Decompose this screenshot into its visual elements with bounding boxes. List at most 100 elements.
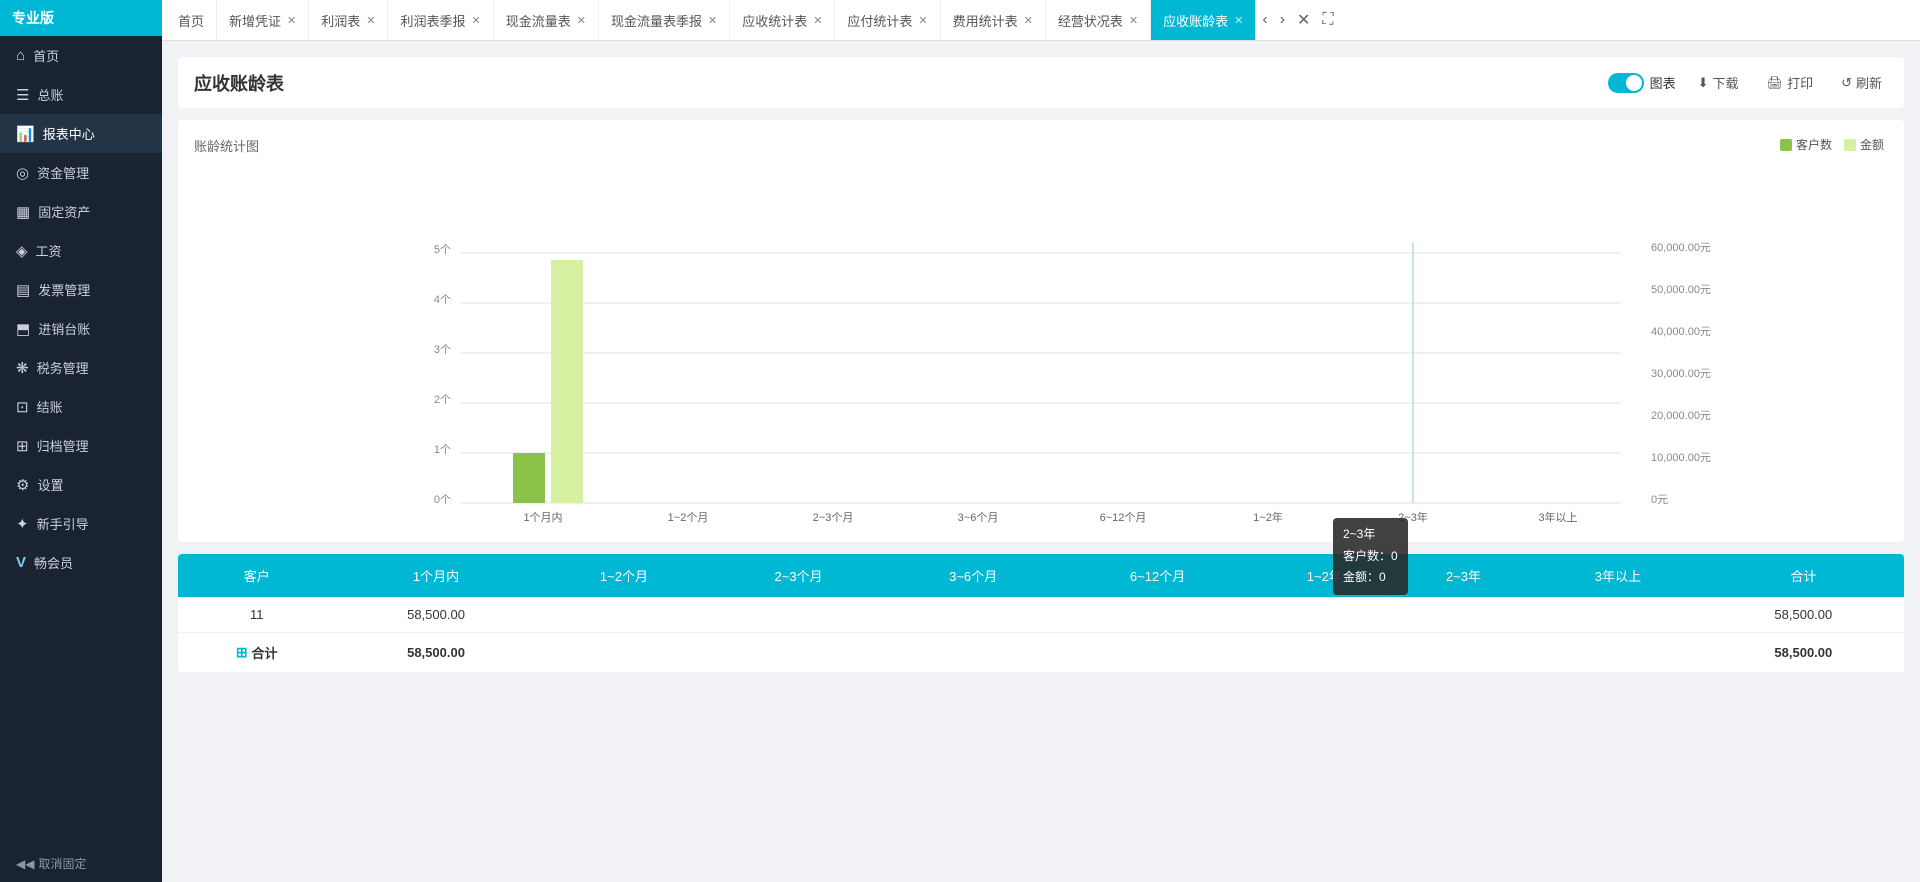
refresh-label: 刷新: [1856, 73, 1882, 92]
tab-aging-report-close[interactable]: ✕: [1234, 14, 1243, 27]
total-label-cell: ⊞ 合计: [178, 633, 335, 673]
sidebar-item-home[interactable]: ⌂ 首页: [0, 36, 162, 75]
tab-profit-quarter-close[interactable]: ✕: [472, 14, 481, 27]
inventory-icon: ⬒: [16, 320, 30, 338]
total-y3plus: [1533, 633, 1703, 673]
checkout-icon: ⊡: [16, 398, 29, 416]
tab-cashflow-quarter-close[interactable]: ✕: [708, 14, 717, 27]
sidebar-label-tax: 税务管理: [37, 358, 89, 377]
tab-home-label: 首页: [178, 11, 204, 30]
sidebar-label-ledger: 总账: [37, 85, 63, 104]
cell-m2-3-0: [711, 597, 886, 633]
archive-icon: ⊞: [16, 437, 29, 455]
legend-amount: 金额: [1844, 136, 1884, 153]
sidebar-item-settings[interactable]: ⚙ 设置: [0, 465, 162, 504]
main-area: 首页 新增凭证 ✕ 利润表 ✕ 利润表季报 ✕ 现金流量表 ✕ 现金流量表季报 …: [162, 0, 1920, 882]
chart-svg: 0个 1个 2个 3个 4个 5个 0元 10,000.00元 20,000.0…: [194, 163, 1888, 523]
sidebar-item-funds[interactable]: ◎ 资金管理: [0, 153, 162, 192]
logo: 专业版: [0, 0, 162, 36]
tab-payable-stat-close[interactable]: ✕: [918, 14, 927, 27]
table-header-row: 客户 1个月内 1~2个月 2~3个月 3~6个月 6~12个月 1~2年 2~…: [178, 554, 1904, 597]
logo-text: 专业版: [12, 8, 54, 28]
tab-receivable-stat[interactable]: 应收统计表 ✕: [730, 0, 835, 40]
tab-voucher[interactable]: 新增凭证 ✕: [217, 0, 309, 40]
tab-cashflow-close[interactable]: ✕: [577, 14, 586, 27]
tab-close-all[interactable]: ✕: [1291, 0, 1316, 40]
refresh-btn[interactable]: ↺ 刷新: [1835, 69, 1888, 96]
tab-voucher-close[interactable]: ✕: [287, 14, 296, 27]
tab-profit-close[interactable]: ✕: [366, 14, 375, 27]
tab-profit-quarter[interactable]: 利润表季报 ✕: [388, 0, 493, 40]
tab-cashflow[interactable]: 现金流量表 ✕: [494, 0, 599, 40]
download-btn[interactable]: ⬇ 下载: [1692, 69, 1745, 96]
total-m1-2: [537, 633, 712, 673]
svg-text:0个: 0个: [434, 493, 451, 506]
total-y2-3: [1394, 633, 1533, 673]
tab-expand[interactable]: ⛶: [1316, 0, 1339, 40]
sidebar-item-archive[interactable]: ⊞ 归档管理: [0, 426, 162, 465]
sidebar-item-tax[interactable]: ❋ 税务管理: [0, 348, 162, 387]
total-total: 58,500.00: [1703, 633, 1904, 673]
cell-total-0: 58,500.00: [1703, 597, 1904, 633]
home-icon: ⌂: [16, 47, 25, 64]
tab-home[interactable]: 首页: [166, 0, 217, 40]
sidebar-collapse-btn[interactable]: ◀◀ 取消固定: [0, 845, 162, 882]
print-btn[interactable]: 🖨 打印: [1761, 69, 1820, 96]
tab-payable-stat-label: 应付统计表: [847, 11, 912, 30]
aging-table: 客户 1个月内 1~2个月 2~3个月 3~6个月 6~12个月 1~2年 2~…: [178, 554, 1904, 673]
col-m3-6: 3~6个月: [886, 554, 1061, 597]
tab-nav-prev[interactable]: ‹: [1256, 0, 1273, 40]
sidebar-label-vip: 畅会员: [34, 553, 73, 572]
tax-icon: ❋: [16, 359, 29, 377]
print-label: 打印: [1787, 73, 1813, 92]
total-m6-12: [1060, 633, 1254, 673]
funds-icon: ◎: [16, 164, 29, 182]
sidebar-label-inventory: 进销台账: [38, 319, 90, 338]
total-m2-3: [711, 633, 886, 673]
svg-text:3个: 3个: [434, 343, 451, 356]
svg-text:40,000.00元: 40,000.00元: [1651, 326, 1711, 338]
chart-container: 账龄统计图 客户数 金额 0个 1个 2个 3个: [178, 120, 1904, 542]
sidebar-item-invoice[interactable]: ▤ 发票管理: [0, 270, 162, 309]
col-y3plus: 3年以上: [1533, 554, 1703, 597]
legend-customer-dot: [1780, 139, 1792, 151]
tab-payable-stat[interactable]: 应付统计表 ✕: [835, 0, 940, 40]
tab-expense-stat-close[interactable]: ✕: [1024, 14, 1033, 27]
tab-receivable-stat-close[interactable]: ✕: [813, 14, 822, 27]
ledger-icon: ☰: [16, 86, 29, 104]
sidebar-item-vip[interactable]: V 畅会员: [0, 543, 162, 582]
legend-customer-label: 客户数: [1796, 136, 1832, 153]
tab-business-stat[interactable]: 经营状况表 ✕: [1046, 0, 1151, 40]
sidebar-item-salary[interactable]: ◈ 工资: [0, 231, 162, 270]
sidebar-item-ledger[interactable]: ☰ 总账: [0, 75, 162, 114]
svg-text:3~6个月: 3~6个月: [958, 511, 999, 523]
svg-text:30,000.00元: 30,000.00元: [1651, 368, 1711, 380]
tab-bar: 首页 新增凭证 ✕ 利润表 ✕ 利润表季报 ✕ 现金流量表 ✕ 现金流量表季报 …: [162, 0, 1920, 41]
bar-customer-0: [513, 453, 545, 503]
cell-customer-0: 11: [178, 597, 335, 633]
chart-toggle[interactable]: [1608, 73, 1644, 93]
col-m6-12: 6~12个月: [1060, 554, 1254, 597]
svg-text:2个: 2个: [434, 393, 451, 406]
total-y1-2: [1255, 633, 1394, 673]
tab-business-stat-close[interactable]: ✕: [1129, 14, 1138, 27]
sidebar-label-settings: 设置: [37, 475, 63, 494]
chart-svg-container: 0个 1个 2个 3个 4个 5个 0元 10,000.00元 20,000.0…: [194, 163, 1888, 526]
tab-profit[interactable]: 利润表 ✕: [309, 0, 388, 40]
sidebar-item-inventory[interactable]: ⬒ 进销台账: [0, 309, 162, 348]
tab-expense-stat[interactable]: 费用统计表 ✕: [941, 0, 1046, 40]
sidebar-label-guide: 新手引导: [37, 514, 89, 533]
svg-text:6~12个月: 6~12个月: [1100, 511, 1147, 523]
tab-aging-report[interactable]: 应收账龄表 ✕: [1151, 0, 1256, 40]
sidebar-item-reports[interactable]: 📊 报表中心: [0, 114, 162, 153]
cell-m1-0: 58,500.00: [335, 597, 536, 633]
tab-nav-next[interactable]: ›: [1274, 0, 1291, 40]
sidebar-item-guide[interactable]: ✦ 新手引导: [0, 504, 162, 543]
sidebar-item-assets[interactable]: ▦ 固定资产: [0, 192, 162, 231]
sidebar-label-invoice: 发票管理: [38, 280, 90, 299]
col-m1: 1个月内: [335, 554, 536, 597]
cell-y1-2-0: [1255, 597, 1394, 633]
sidebar-item-checkout[interactable]: ⊡ 结账: [0, 387, 162, 426]
content-area: 应收账龄表 图表 ⬇ 下载 🖨 打印 ↺ 刷新: [162, 41, 1920, 882]
tab-cashflow-quarter[interactable]: 现金流量表季报 ✕: [599, 0, 730, 40]
